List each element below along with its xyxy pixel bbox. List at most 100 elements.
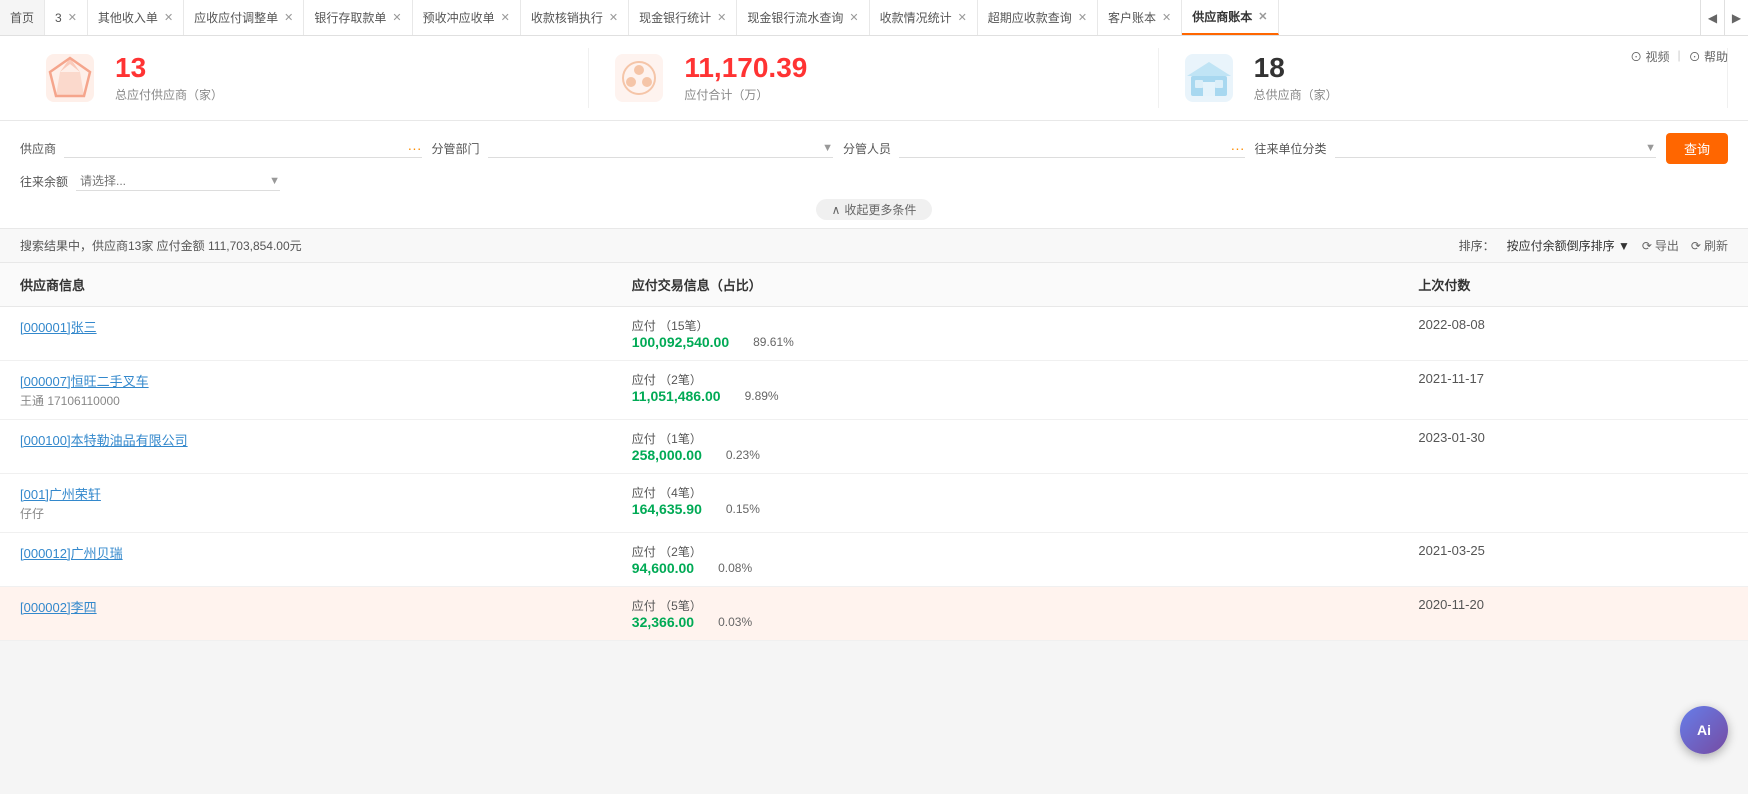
table-row: [000012]广州贝瑞 应付 （2笔）94,600.00 0.08% 2021-03… — [0, 533, 1748, 587]
nav-tab-supplier-ledger[interactable]: 供应商账本 ✕ — [1182, 0, 1278, 35]
export-icon: ⟳ — [1642, 239, 1652, 253]
table-row: [000001]张三应付 （15笔）100,092,540.0089.61%20… — [0, 307, 1748, 361]
nav-tab-overdue-ar-label: 超期应收款查询 — [988, 9, 1072, 26]
close-icon[interactable]: ✕ — [68, 11, 77, 24]
tx-label: 应付 （4笔） — [632, 484, 1379, 501]
supplier-link[interactable]: [000100]本特勒油品有限公司 — [20, 433, 188, 448]
nav-tab-other-income[interactable]: 其他收入单 ✕ — [88, 0, 184, 35]
tx-amount[interactable]: 32,366.00 — [632, 614, 694, 630]
nav-tab-prepay-ar[interactable]: 预收冲应收单 ✕ — [413, 0, 521, 35]
last-pay-cell: 2020-11-20 — [1398, 587, 1748, 641]
close-icon[interactable]: ✕ — [284, 11, 293, 24]
supplier-dots-icon[interactable]: ··· — [408, 140, 422, 156]
tx-amount[interactable]: 11,051,486.00 — [632, 388, 721, 404]
close-icon[interactable]: ✕ — [849, 11, 858, 24]
total-suppliers-number: 13 — [115, 54, 223, 82]
tx-percent: 0.15% — [726, 502, 760, 516]
nav-tab-cash-bank-stat-label: 现金银行统计 — [639, 9, 711, 26]
close-icon[interactable]: ✕ — [958, 11, 967, 24]
nav-tab-cash-bank-flow[interactable]: 现金银行流水查询 ✕ — [737, 0, 869, 35]
video-icon: ⊙ — [1630, 50, 1642, 64]
nav-tab-other-income-label: 其他收入单 — [98, 9, 158, 26]
department-label: 分管部门 — [432, 140, 480, 157]
nav-tab-collection-verify[interactable]: 收款核销执行 ✕ — [521, 0, 629, 35]
balance-chevron-icon[interactable]: ▼ — [269, 175, 280, 187]
tx-amount[interactable]: 258,000.00 — [632, 447, 702, 463]
tx-percent: 9.89% — [745, 389, 779, 403]
nav-tab-home[interactable]: 首页 — [0, 0, 45, 35]
table-wrapper: 供应商信息 应付交易信息（占比） 上次付数 [000001]张三应付 （15笔）… — [0, 263, 1748, 641]
supplier-input-wrapper: ··· — [64, 139, 421, 158]
nav-tab-bank-deposit-label: 银行存取款单 — [314, 9, 386, 26]
help-link[interactable]: ⊙ 帮助 — [1689, 48, 1728, 65]
close-icon[interactable]: ✕ — [1078, 11, 1087, 24]
filter-person: 分管人员 ··· — [843, 139, 1245, 158]
nav-next-arrow[interactable]: ▶ — [1724, 0, 1748, 36]
tx-info-cell: 应付 （5笔）32,366.000.03% — [612, 587, 1399, 641]
tx-count: （4笔） — [659, 486, 702, 500]
last-pay-date: 2020-11-20 — [1418, 597, 1484, 612]
tx-info-cell: 应付 （2笔）94,600.00 0.08% — [612, 533, 1399, 587]
help-icon: ⊙ — [1689, 50, 1701, 64]
tx-info-cell: 应付 （15笔）100,092,540.0089.61% — [612, 307, 1399, 361]
results-bar: 搜索结果中，供应商13家 应付金额 111,703,854.00元 排序： 按应… — [0, 229, 1748, 263]
filter-department: 分管部门 ▼ — [432, 139, 834, 158]
nav-prev-arrow[interactable]: ◀ — [1700, 0, 1724, 36]
close-icon[interactable]: ✕ — [609, 11, 618, 24]
query-button[interactable]: 查询 — [1666, 133, 1728, 164]
nav-tab-customer-ledger[interactable]: 客户账本 ✕ — [1098, 0, 1182, 35]
category-input[interactable] — [1335, 139, 1642, 157]
close-icon[interactable]: ✕ — [1258, 10, 1267, 23]
close-icon[interactable]: ✕ — [717, 11, 726, 24]
person-input[interactable] — [899, 139, 1230, 157]
filter-area: 供应商 ··· 分管部门 ▼ 分管人员 ··· 往来单位分类 ▼ — [0, 121, 1748, 229]
tx-label: 应付 （2笔） — [632, 543, 1379, 560]
nav-tab-overdue-ar[interactable]: 超期应收款查询 ✕ — [978, 0, 1098, 35]
nav-tab-3[interactable]: 3 ✕ — [45, 0, 88, 35]
chevron-up-icon: ∧ — [832, 203, 841, 217]
sort-value[interactable]: 按应付余额倒序排序 ▼ — [1507, 237, 1630, 254]
total-amount-number: 11,170.39 — [684, 54, 807, 82]
tx-amount[interactable]: 94,600.00 — [632, 560, 694, 576]
supplier-link[interactable]: [000007]恒旺二手叉车 — [20, 374, 149, 389]
col-tx-info: 应付交易信息（占比） — [612, 263, 1399, 307]
last-pay-date: 2021-03-25 — [1418, 543, 1485, 558]
department-input-wrapper: ▼ — [488, 139, 833, 158]
nav-tab-collection-stat[interactable]: 收款情况统计 ✕ — [870, 0, 978, 35]
close-icon[interactable]: ✕ — [392, 11, 401, 24]
supplier-info-cell: [000012]广州贝瑞 — [0, 533, 612, 587]
balance-input[interactable] — [76, 172, 265, 190]
close-icon[interactable]: ✕ — [164, 11, 173, 24]
supplier-link[interactable]: [001]广州荣轩 — [20, 487, 101, 502]
tx-count: （2笔） — [659, 545, 702, 559]
supplier-info-cell: [001]广州荣轩仔仔 — [0, 474, 612, 533]
export-button[interactable]: ⟳ 导出 — [1642, 237, 1679, 254]
category-chevron-icon[interactable]: ▼ — [1645, 142, 1656, 154]
supplier-link[interactable]: [000001]张三 — [20, 320, 97, 335]
supplier-info-cell: [000002]李四 — [0, 587, 612, 641]
collapse-button[interactable]: ∧ 收起更多条件 — [816, 199, 933, 220]
nav-tab-ar-ap-adjust[interactable]: 应收应付调整单 ✕ — [184, 0, 304, 35]
refresh-button[interactable]: ⟳ 刷新 — [1691, 237, 1728, 254]
close-icon[interactable]: ✕ — [1162, 11, 1171, 24]
department-input[interactable] — [488, 139, 819, 157]
chevron-down-icon[interactable]: ▼ — [822, 142, 833, 154]
tx-percent: 0.08% — [718, 561, 752, 575]
tx-amount[interactable]: 164,635.90 — [632, 501, 702, 517]
total-all-suppliers-label: 总供应商（家） — [1254, 86, 1338, 103]
nav-tab-cash-bank-stat[interactable]: 现金银行统计 ✕ — [629, 0, 737, 35]
tx-amount[interactable]: 100,092,540.00 — [632, 334, 729, 350]
supplier-link[interactable]: [000002]李四 — [20, 600, 97, 615]
table-body: [000001]张三 应付 （15笔）100,092,540.0089.61% 20… — [0, 307, 1748, 641]
supplier-link[interactable]: [000012]广州贝瑞 — [20, 546, 123, 561]
ai-assistant-button[interactable]: Ai — [1680, 706, 1728, 754]
video-link[interactable]: ⊙ 视频 — [1630, 48, 1669, 65]
tx-count: （15笔） — [659, 319, 708, 333]
close-icon[interactable]: ✕ — [501, 11, 510, 24]
filter-category: 往来单位分类 ▼ — [1255, 139, 1657, 158]
nav-tab-bank-deposit[interactable]: 银行存取款单 ✕ — [304, 0, 412, 35]
collapse-btn-wrapper: ∧ 收起更多条件 — [20, 199, 1728, 220]
category-label: 往来单位分类 — [1255, 140, 1327, 157]
person-dots-icon[interactable]: ··· — [1231, 140, 1245, 156]
supplier-input[interactable] — [64, 139, 407, 157]
